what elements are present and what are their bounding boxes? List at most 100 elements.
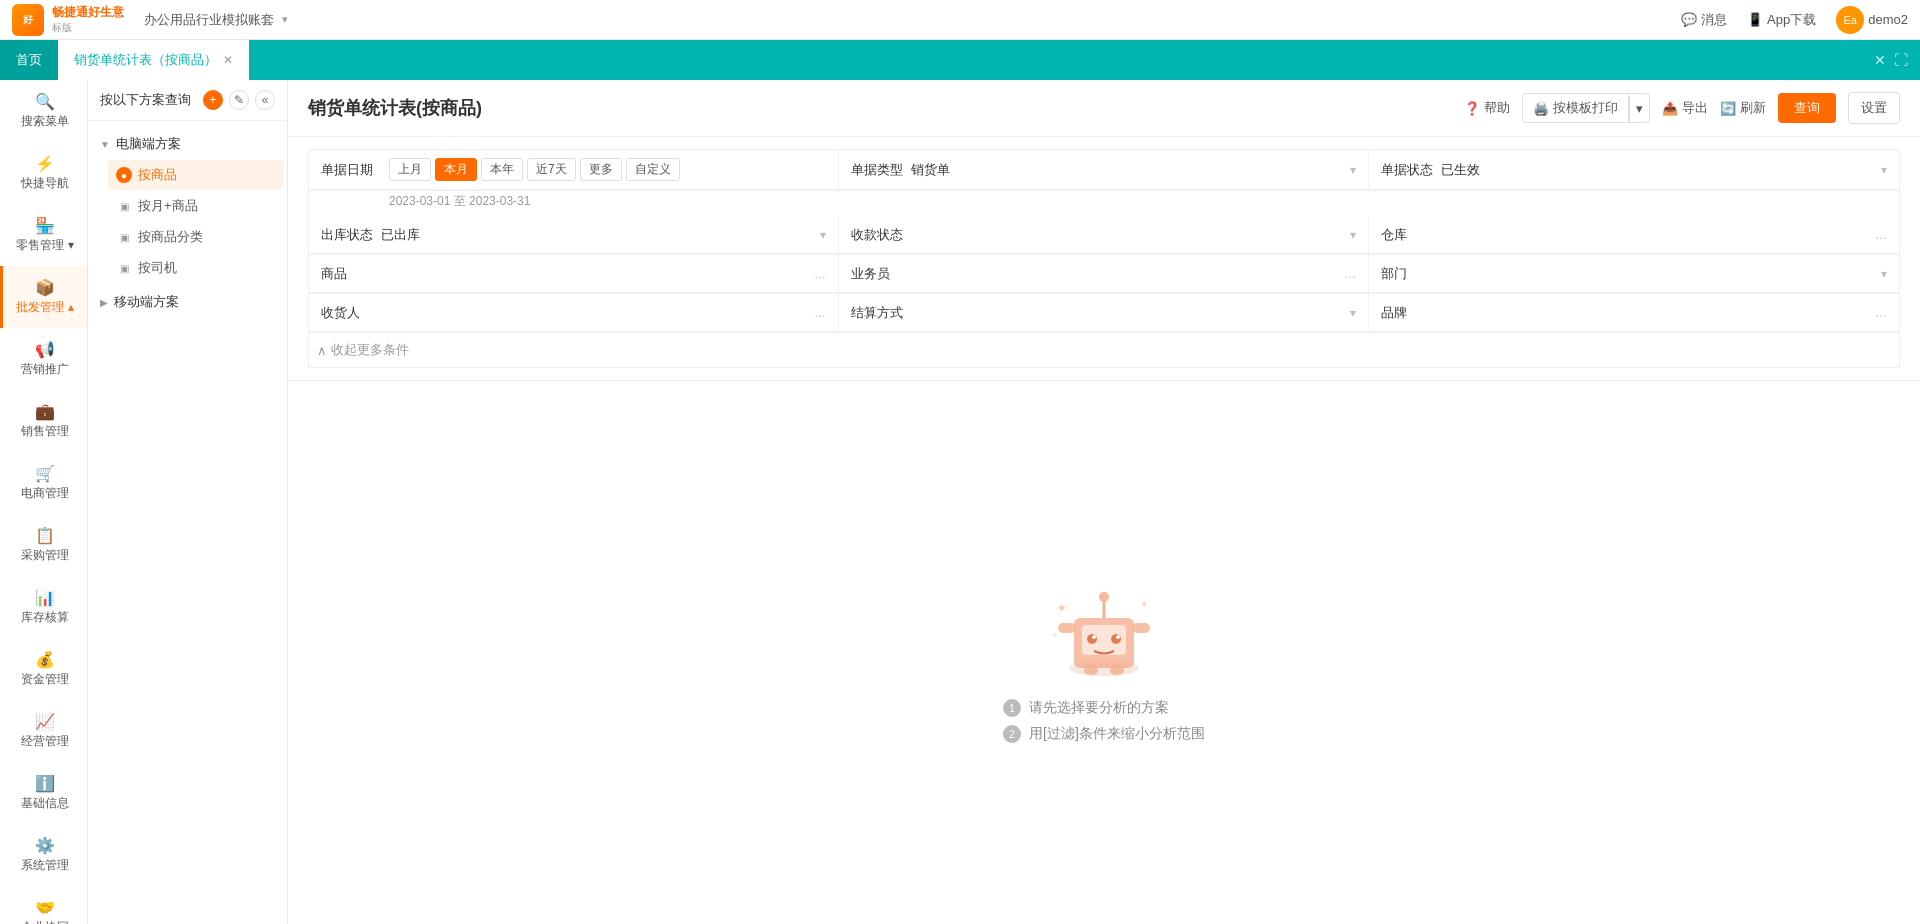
nav-purchase[interactable]: 📋 采购管理 [0, 514, 87, 576]
nav-cooperation[interactable]: 🤝 企业协同 [0, 886, 87, 924]
warehouse-dots-icon[interactable]: … [1875, 228, 1887, 242]
nav-basic[interactable]: ℹ️ 基础信息 [0, 762, 87, 824]
cooperation-icon: 🤝 [7, 898, 83, 917]
tip-num-1: 1 [1003, 699, 1021, 717]
svg-text:✦: ✦ [1140, 599, 1148, 610]
empty-svg: ✦ ✦ ✦ [1044, 563, 1164, 683]
empty-illustration: ✦ ✦ ✦ [1044, 563, 1164, 683]
finance-icon: 💰 [7, 650, 83, 669]
print-dropdown-btn[interactable]: ▾ [1629, 96, 1649, 121]
leaf-by-category-icon: ▣ [116, 229, 132, 245]
nav-search-menu[interactable]: 🔍 搜索菜单 [0, 80, 87, 142]
scheme-sidebar: 按以下方案查询 + ✎ « ▼ 电脑端方案 [88, 80, 288, 924]
date-btn-last-month[interactable]: 上月 [389, 158, 431, 181]
tree-group-pc: ▼ 电脑端方案 ● 按商品 ▣ 按月+商品 [88, 129, 287, 283]
date-control: 上月 本月 本年 近7天 更多 自定义 [381, 158, 826, 181]
settings-btn[interactable]: 设置 [1848, 92, 1900, 124]
doc-type-dropdown-icon[interactable]: ▾ [1350, 163, 1356, 177]
doc-status-dropdown-icon[interactable]: ▾ [1881, 163, 1887, 177]
tree-leaf-by-product[interactable]: ● 按商品 [108, 160, 283, 190]
settlement-dropdown-icon[interactable]: ▾ [1350, 306, 1356, 320]
refresh-icon: 🔄 [1720, 101, 1736, 116]
tab-close-window-btn[interactable]: ✕ [1874, 52, 1886, 68]
filter-cell-product: 商品 … [309, 255, 839, 293]
svg-text:✦: ✦ [1052, 631, 1059, 640]
app-download-btn[interactable]: 📱 App下载 [1747, 11, 1816, 29]
nav-ecommerce[interactable]: 🛒 电商管理 [0, 452, 87, 514]
nav-sales[interactable]: 💼 销售管理 [0, 390, 87, 452]
nav-inventory[interactable]: 📊 库存核算 [0, 576, 87, 638]
doc-status-label: 单据状态 [1381, 161, 1441, 179]
svg-point-6 [1116, 635, 1120, 639]
export-btn[interactable]: 📤 导出 [1662, 99, 1708, 117]
brand-label: 品牌 [1381, 304, 1441, 322]
date-btn-more[interactable]: 更多 [580, 158, 622, 181]
user-menu[interactable]: Ea demo2 [1836, 6, 1908, 34]
filter-cell-salesperson: 业务员 … [839, 255, 1369, 293]
filter-cell-brand: 品牌 … [1369, 294, 1899, 332]
doc-type-label: 单据类型 [851, 161, 911, 179]
search-menu-icon: 🔍 [7, 92, 83, 111]
salesperson-dots-icon[interactable]: … [1344, 267, 1356, 281]
filter-cell-settlement: 结算方式 ▾ [839, 294, 1369, 332]
date-btn-custom[interactable]: 自定义 [626, 158, 680, 181]
user-avatar: Ea [1836, 6, 1864, 34]
svg-point-12 [1099, 592, 1109, 602]
operation-icon: 📈 [7, 712, 83, 731]
mobile-expand-icon: ▶ [100, 297, 108, 308]
collapse-more-btn[interactable]: ∧ 收起更多条件 [317, 341, 1891, 359]
dept-dropdown-icon[interactable]: ▾ [1881, 267, 1887, 281]
workspace-dropdown-icon[interactable]: ▾ [282, 13, 288, 26]
message-btn[interactable]: 💬 消息 [1681, 11, 1727, 29]
query-btn[interactable]: 查询 [1778, 93, 1836, 123]
tab-close-icon[interactable]: ✕ [223, 53, 233, 67]
tree-leaf-by-cashier[interactable]: ▣ 按司机 [108, 253, 283, 283]
page-content: 按以下方案查询 + ✎ « ▼ 电脑端方案 [88, 80, 1920, 924]
tab-expand-btn[interactable]: ⛶ [1894, 52, 1908, 68]
tab-report[interactable]: 销货单统计表（按商品） ✕ [58, 40, 249, 80]
receiver-dots-icon[interactable]: … [814, 306, 826, 320]
payment-dropdown-icon[interactable]: ▾ [1350, 228, 1356, 242]
tree-group-mobile-title[interactable]: ▶ 移动端方案 [88, 287, 287, 317]
export-icon: 📤 [1662, 101, 1678, 116]
nav-retail[interactable]: 🏪 零售管理 ▾ [0, 204, 87, 266]
date-btn-this-month[interactable]: 本月 [435, 158, 477, 181]
nav-finance[interactable]: 💰 资金管理 [0, 638, 87, 700]
date-btn-this-year[interactable]: 本年 [481, 158, 523, 181]
refresh-btn[interactable]: 🔄 刷新 [1720, 99, 1766, 117]
tree-leaf-by-category-label: 按商品分类 [138, 228, 203, 246]
retail-icon: 🏪 [7, 216, 83, 235]
tree-group-pc-title[interactable]: ▼ 电脑端方案 [88, 129, 287, 159]
nav-marketing[interactable]: 📢 营销推广 [0, 328, 87, 390]
settlement-label: 结算方式 [851, 304, 911, 322]
date-quick-btns: 上月 本月 本年 近7天 更多 自定义 [389, 158, 680, 181]
product-dots-icon[interactable]: … [814, 267, 826, 281]
scheme-collapse-btn[interactable]: « [255, 90, 275, 110]
nav-operation[interactable]: 📈 经营管理 [0, 700, 87, 762]
empty-tip-1: 1 请先选择要分析的方案 [1003, 699, 1205, 717]
scheme-add-btn[interactable]: + [203, 90, 223, 110]
print-icon: 🖨️ [1533, 101, 1549, 116]
svg-point-3 [1087, 634, 1097, 644]
scheme-edit-btn[interactable]: ✎ [229, 90, 249, 110]
nav-wholesale[interactable]: 📦 批发管理 ▴ [0, 266, 87, 328]
date-btn-7days[interactable]: 近7天 [527, 158, 576, 181]
tree-group-mobile-label: 移动端方案 [114, 293, 179, 311]
tree-leaf-by-category[interactable]: ▣ 按商品分类 [108, 222, 283, 252]
brand-dots-icon[interactable]: … [1875, 306, 1887, 320]
out-status-dropdown-icon[interactable]: ▾ [820, 228, 826, 242]
print-btn[interactable]: 🖨️ 按模板打印 [1523, 94, 1629, 122]
svg-rect-9 [1084, 665, 1098, 675]
tree-leaf-by-month-product-label: 按月+商品 [138, 197, 198, 215]
content-area: 按以下方案查询 + ✎ « ▼ 电脑端方案 [88, 80, 1920, 924]
nav-quick-nav[interactable]: ⚡ 快捷导航 [0, 142, 87, 204]
leaf-by-product-icon: ● [116, 167, 132, 183]
basic-icon: ℹ️ [7, 774, 83, 793]
tree-leaf-by-month-product[interactable]: ▣ 按月+商品 [108, 191, 283, 221]
date-range-value: 2023-03-01 至 2023-03-31 [389, 193, 530, 210]
leaf-by-month-product-icon: ▣ [116, 198, 132, 214]
tab-home[interactable]: 首页 [0, 40, 58, 80]
help-btn[interactable]: ❓ 帮助 [1464, 99, 1510, 117]
tree-leaf-by-cashier-label: 按司机 [138, 259, 177, 277]
nav-system[interactable]: ⚙️ 系统管理 [0, 824, 87, 886]
